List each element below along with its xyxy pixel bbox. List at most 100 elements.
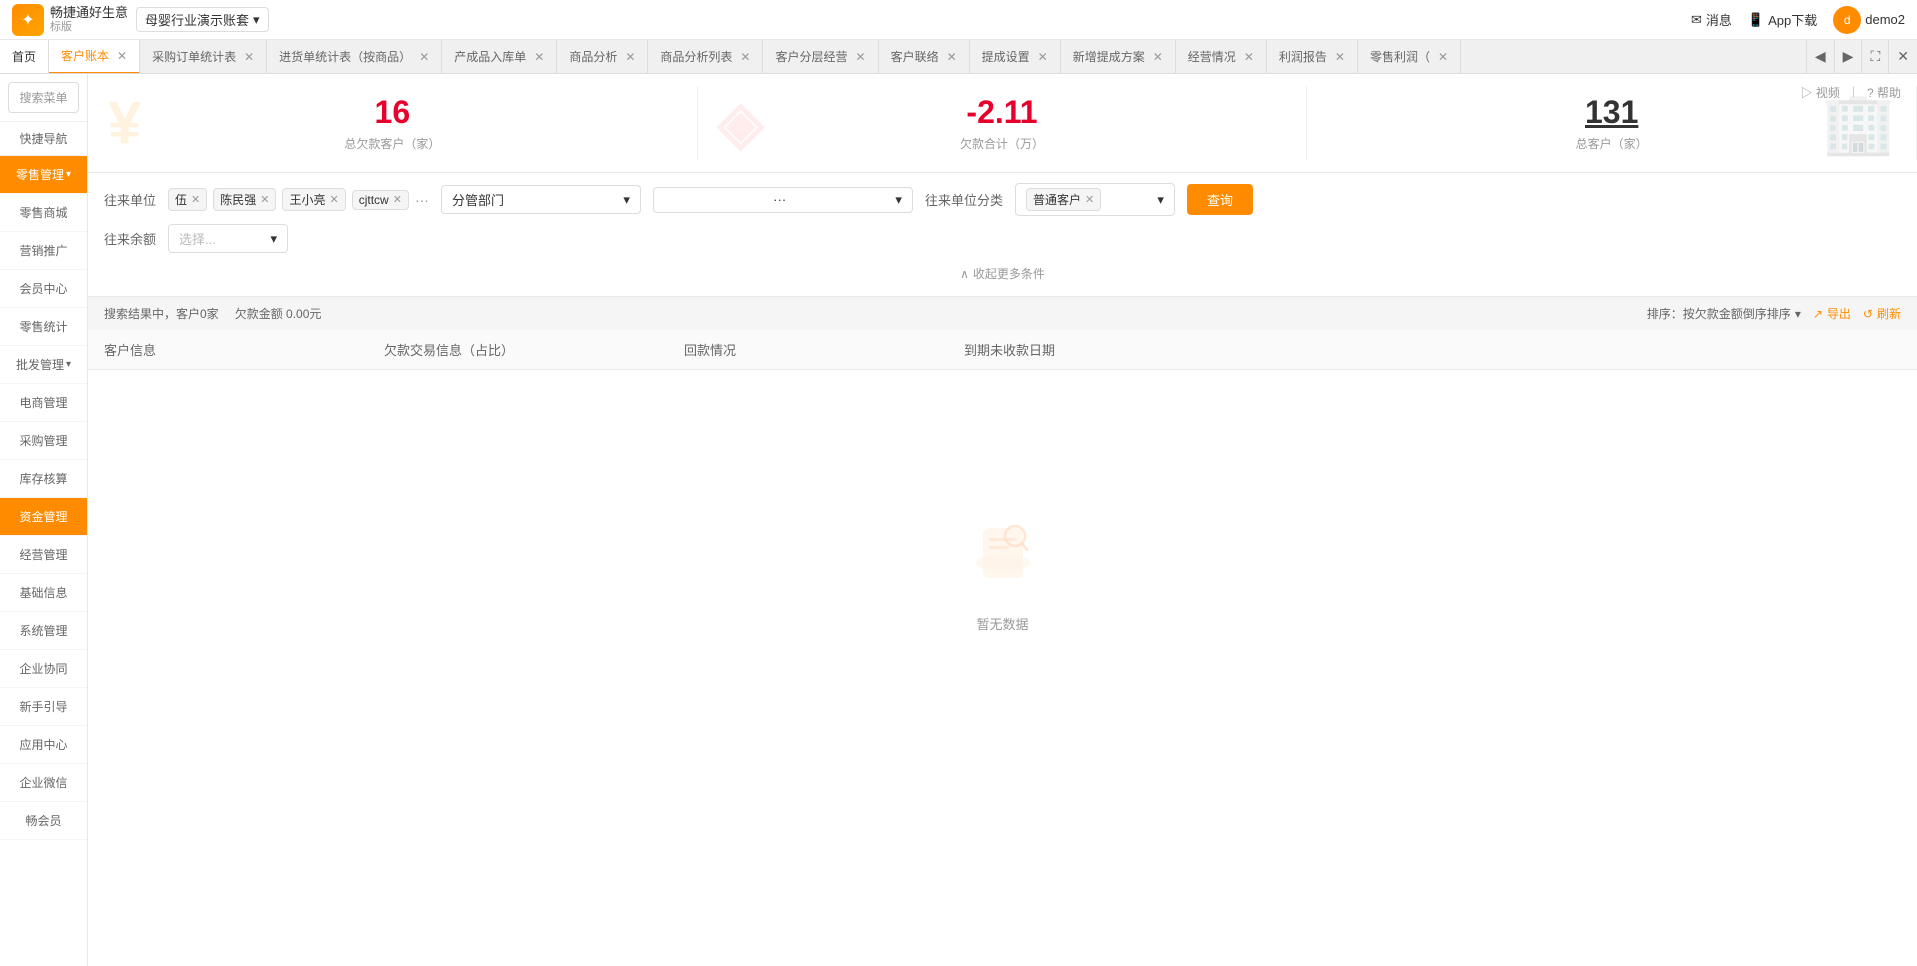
tab-new-promotion[interactable]: 新增提成方案 ✕: [1061, 40, 1176, 74]
col-debt-info: 欠款交易信息（占比）: [384, 340, 684, 359]
sidebar-item-retail-stats[interactable]: 零售统计: [0, 308, 87, 346]
sidebar-item-basic-info[interactable]: 基础信息: [0, 574, 87, 612]
tab-close-new-promotion[interactable]: ✕: [1153, 50, 1163, 64]
chevron-down-icon: ▾: [1795, 307, 1801, 321]
sidebar-item-purchase-mgmt[interactable]: 采购管理: [0, 422, 87, 460]
app-download-btn[interactable]: 📱 App下载: [1748, 10, 1817, 29]
tab-close-cost-inbound[interactable]: ✕: [534, 50, 544, 64]
unit-type-select[interactable]: 普通客户 ✕ ▾: [1015, 183, 1175, 216]
sidebar-item-ecommerce[interactable]: 电商管理: [0, 384, 87, 422]
tab-promotion-settings[interactable]: 提成设置 ✕: [970, 40, 1061, 74]
col-customer-info: 客户信息: [104, 340, 384, 359]
sidebar-item-new-user[interactable]: 新手引导: [0, 688, 87, 726]
tab-next-btn[interactable]: ▶: [1834, 40, 1862, 74]
result-info: 搜索结果中，客户0家 欠款金额 0.00元: [104, 305, 321, 322]
result-count: 搜索结果中，客户0家: [104, 305, 219, 322]
tab-prev-btn[interactable]: ◀: [1806, 40, 1834, 74]
chevron-down-icon: ▾: [270, 231, 277, 247]
balance-select[interactable]: 选择... ▾: [168, 224, 288, 253]
video-link[interactable]: ▷ 视频: [1800, 84, 1839, 101]
tab-purchase-stats[interactable]: 进货单统计表（按商品） ✕: [267, 40, 442, 74]
tab-close-customer-contact[interactable]: ✕: [947, 50, 957, 64]
stat-number-total: 131: [1585, 94, 1638, 131]
tab-close-product-analysis[interactable]: ✕: [625, 50, 635, 64]
filter-tag-close-0[interactable]: ✕: [191, 193, 200, 206]
table-body: 暂无数据: [88, 370, 1917, 770]
stat-label-customers: 总欠款客户（家）: [344, 135, 440, 152]
tab-close-customers[interactable]: ✕: [117, 49, 127, 63]
store-select[interactable]: 母婴行业演示账套 ▾: [136, 7, 269, 32]
export-btn[interactable]: ↗ 导出: [1813, 305, 1851, 322]
tab-product-analysis-list[interactable]: 商品分析列表 ✕: [648, 40, 763, 74]
sidebar-item-marketing[interactable]: 营销推广: [0, 232, 87, 270]
tab-close-purchase-order[interactable]: ✕: [244, 50, 254, 64]
search-menu-btn[interactable]: 搜索菜单: [8, 82, 79, 113]
tab-business-status[interactable]: 经营情况 ✕: [1176, 40, 1267, 74]
download-icon: 📱: [1748, 12, 1764, 28]
tab-customer-tier[interactable]: 客户分层经营 ✕: [763, 40, 878, 74]
tab-bar: 首页 客户账本 ✕ 采购订单统计表 ✕ 进货单统计表（按商品） ✕ 产成品入库单…: [0, 40, 1917, 74]
sidebar-item-retail-mgmt[interactable]: 零售管理 ▾: [0, 156, 87, 194]
chevron-down-icon: ▾: [253, 12, 260, 28]
sidebar-item-wholesale-mgmt[interactable]: 批发管理 ▾: [0, 346, 87, 384]
tab-profit-report[interactable]: 利润报告 ✕: [1267, 40, 1358, 74]
tab-close-business-status[interactable]: ✕: [1244, 50, 1254, 64]
filter-row-1: 往来单位 伍 ✕ 陈民强 ✕ 王小亮 ✕ cjttcw: [104, 183, 1901, 216]
filter-tag-close-2[interactable]: ✕: [330, 193, 339, 206]
sidebar: 搜索菜单 快捷导航 零售管理 ▾ 零售商城 营销推广 会员中心 零售统计 批发管…: [0, 74, 88, 966]
filter-tag-close-1[interactable]: ✕: [260, 193, 269, 206]
filter-tag-1: 陈民强 ✕: [213, 188, 276, 211]
filter-more-btn[interactable]: ···: [415, 192, 429, 208]
balance-label: 往来余额: [104, 229, 156, 248]
chevron-down-icon: ▾: [623, 192, 630, 208]
filter-tag-2: 王小亮 ✕: [282, 188, 345, 211]
collapse-btn[interactable]: ∧ 收起更多条件: [104, 261, 1901, 286]
tab-customer-contact[interactable]: 客户联络 ✕: [879, 40, 970, 74]
stat-total-debt-customers: ¥ 16 总欠款客户（家）: [88, 86, 698, 160]
tab-close-profit-report[interactable]: ✕: [1335, 50, 1345, 64]
tab-home[interactable]: 首页: [0, 40, 49, 74]
person-select[interactable]: ··· ▾: [653, 187, 913, 213]
tab-close-product-analysis-list[interactable]: ✕: [740, 50, 750, 64]
result-actions: 排序：按欠款金额倒序排序 ▾ ↗ 导出 ↺ 刷新: [1647, 305, 1901, 322]
tab-maximize-btn[interactable]: ⛶: [1861, 40, 1888, 74]
query-btn[interactable]: 查询: [1187, 184, 1253, 215]
sidebar-item-vip[interactable]: 畅会员: [0, 802, 87, 840]
sidebar-item-wechat[interactable]: 企业微信: [0, 764, 87, 802]
sidebar-item-finance[interactable]: 资金管理: [0, 498, 87, 536]
data-table: 客户信息 欠款交易信息（占比） 回款情况 到期未收款日期: [88, 330, 1917, 966]
stat-total-debt-amount: ◈ -2.11 欠款合计（万）: [698, 86, 1308, 160]
sidebar-item-operations[interactable]: 经营管理: [0, 536, 87, 574]
filter-tag-close-3[interactable]: ✕: [393, 193, 402, 206]
tab-product-analysis[interactable]: 商品分析 ✕: [557, 40, 648, 74]
tab-retail-profit[interactable]: 零售利润（ ✕: [1358, 40, 1461, 74]
sidebar-item-enterprise[interactable]: 企业协同: [0, 650, 87, 688]
stat-number-debt: -2.11: [966, 94, 1037, 131]
sidebar-item-app-center[interactable]: 应用中心: [0, 726, 87, 764]
tab-controls: ◀ ▶ ⛶ ✕: [1806, 40, 1917, 74]
tab-customers[interactable]: 客户账本 ✕: [49, 40, 140, 74]
unit-type-tag-close[interactable]: ✕: [1085, 193, 1094, 206]
help-link[interactable]: ? 帮助: [1867, 84, 1901, 101]
dept-select[interactable]: 分管部门 ▾: [441, 185, 641, 214]
tab-close-retail-profit[interactable]: ✕: [1438, 50, 1448, 64]
stat-label-debt: 欠款合计（万）: [960, 135, 1044, 152]
quick-nav-btn[interactable]: 快捷导航: [0, 122, 87, 156]
filter-row-2: 往来余额 选择... ▾: [104, 224, 1901, 253]
sidebar-item-inventory[interactable]: 库存核算: [0, 460, 87, 498]
tab-purchase-order[interactable]: 采购订单统计表 ✕: [140, 40, 267, 74]
tab-close-all-btn[interactable]: ✕: [1888, 40, 1917, 74]
tab-close-purchase-stats[interactable]: ✕: [419, 50, 429, 64]
user-menu[interactable]: d demo2: [1833, 6, 1905, 34]
avatar: d: [1833, 6, 1861, 34]
ellipsis-icon: ···: [773, 192, 786, 207]
tab-close-promotion-settings[interactable]: ✕: [1038, 50, 1048, 64]
message-btn[interactable]: ✉ 消息: [1691, 10, 1732, 29]
sort-btn[interactable]: 排序：按欠款金额倒序排序 ▾: [1647, 305, 1801, 322]
tab-cost-inbound[interactable]: 产成品入库单 ✕: [442, 40, 557, 74]
refresh-btn[interactable]: ↺ 刷新: [1863, 305, 1901, 322]
sidebar-item-system-mgmt[interactable]: 系统管理: [0, 612, 87, 650]
sidebar-item-member-center[interactable]: 会员中心: [0, 270, 87, 308]
tab-close-customer-tier[interactable]: ✕: [856, 50, 866, 64]
sidebar-item-retail-store[interactable]: 零售商城: [0, 194, 87, 232]
